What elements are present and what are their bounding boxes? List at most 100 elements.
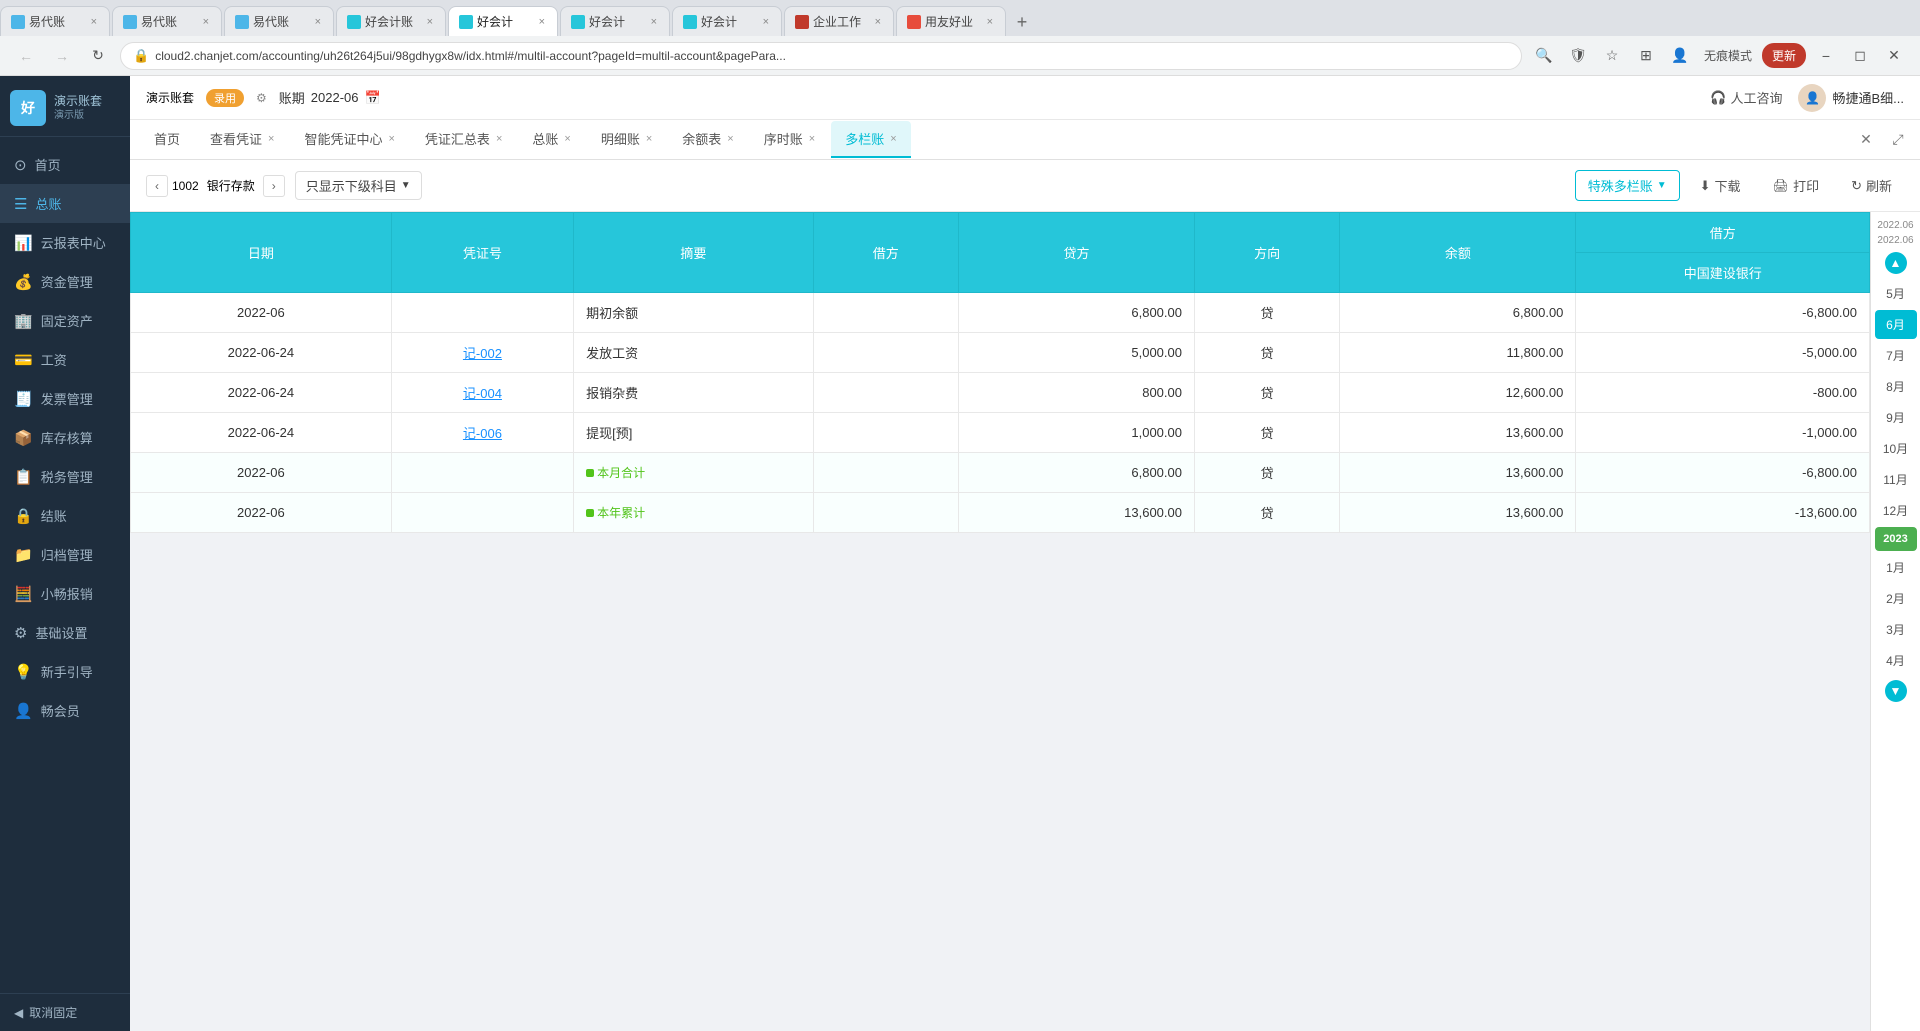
sidebar-item-guide[interactable]: 💡 新手引导 — [0, 652, 130, 691]
filter-dropdown[interactable]: 只显示下级科目 ▼ — [295, 171, 422, 200]
period-selector[interactable]: 账期 2022-06 📅 — [279, 88, 381, 107]
settings-gear-icon[interactable]: ⚙ — [256, 91, 267, 105]
month-4[interactable]: 4月 — [1875, 646, 1917, 675]
tab-sequence[interactable]: 序时账 × — [750, 121, 829, 158]
cell-voucher-1[interactable]: 记-002 — [391, 333, 573, 373]
month-2[interactable]: 2月 — [1875, 584, 1917, 613]
update-button[interactable]: 更新 — [1762, 43, 1806, 68]
tab-8[interactable]: 企业工作 × — [784, 6, 894, 36]
pin-toggle[interactable]: ◀ 取消固定 — [0, 993, 130, 1031]
reload-button[interactable]: ↻ — [84, 42, 112, 70]
tab-close-7[interactable]: × — [761, 16, 771, 28]
tab-smart[interactable]: 智能凭证中心 × — [290, 121, 408, 158]
scroll-up-button[interactable]: ▲ — [1885, 252, 1907, 274]
tab-detail[interactable]: 明细账 × — [587, 121, 666, 158]
month-10[interactable]: 10月 — [1875, 434, 1917, 463]
consultant-button[interactable]: 🎧 人工咨询 — [1710, 88, 1782, 107]
tab-balance-close[interactable]: × — [727, 133, 733, 145]
next-account-button[interactable]: › — [263, 175, 285, 197]
tab-balance[interactable]: 余额表 × — [668, 121, 747, 158]
tab-summary[interactable]: 凭证汇总表 × — [411, 121, 516, 158]
address-bar[interactable]: 🔒 cloud2.chanjet.com/accounting/uh26t264… — [120, 42, 1522, 70]
minimize-button[interactable]: − — [1812, 42, 1840, 70]
tab-smart-close[interactable]: × — [388, 133, 394, 145]
month-6[interactable]: 6月 — [1875, 310, 1917, 339]
cell-credit-2: 800.00 — [958, 373, 1194, 413]
tab-close-6[interactable]: × — [649, 16, 659, 28]
tab-2[interactable]: 易代账 × — [112, 6, 222, 36]
status-badge[interactable]: 录用 — [206, 89, 244, 107]
sidebar-item-fund[interactable]: 💰 资金管理 — [0, 262, 130, 301]
tab-ledger[interactable]: 总账 × — [518, 121, 584, 158]
tab-close-3[interactable]: × — [313, 16, 323, 28]
new-tab-button[interactable]: + — [1008, 8, 1036, 36]
sidebar-item-report[interactable]: 📊 云报表中心 — [0, 223, 130, 262]
tab-close-4[interactable]: × — [425, 16, 435, 28]
tab-9[interactable]: 用友好业 × — [896, 6, 1006, 36]
search-button[interactable]: 🔍 — [1530, 42, 1558, 70]
tab-5[interactable]: 好会计 × — [448, 6, 558, 36]
tab-ledger-close[interactable]: × — [564, 133, 570, 145]
sidebar-item-ledger[interactable]: ☰ 总账 — [0, 184, 130, 223]
split-screen-button[interactable]: ⊞ — [1632, 42, 1660, 70]
month-12[interactable]: 12月 — [1875, 496, 1917, 525]
restore-button[interactable]: ◻ — [1846, 42, 1874, 70]
tab-icon-4 — [347, 15, 361, 29]
expand-panel-button[interactable]: ⤢ — [1886, 128, 1910, 152]
tab-voucher[interactable]: 查看凭证 × — [196, 121, 288, 158]
tab-close-9[interactable]: × — [985, 16, 995, 28]
tab-6[interactable]: 好会计 × — [560, 6, 670, 36]
tab-close-8[interactable]: × — [873, 16, 883, 28]
tab-icon-7 — [683, 15, 697, 29]
sidebar-item-close[interactable]: 🔒 结账 — [0, 496, 130, 535]
month-3[interactable]: 3月 — [1875, 615, 1917, 644]
back-button[interactable]: ← — [12, 42, 40, 70]
user-info[interactable]: 👤 畅捷通B细... — [1798, 84, 1904, 112]
sidebar-item-archive[interactable]: 📁 归档管理 — [0, 535, 130, 574]
forward-button[interactable]: → — [48, 42, 76, 70]
sidebar-item-member[interactable]: 👤 畅会员 — [0, 691, 130, 730]
close-window-button[interactable]: ✕ — [1880, 42, 1908, 70]
tab-sequence-close[interactable]: × — [809, 133, 815, 145]
month-7[interactable]: 7月 — [1875, 341, 1917, 370]
month-5[interactable]: 5月 — [1875, 279, 1917, 308]
tab-7[interactable]: 好会计 × — [672, 6, 782, 36]
sidebar-item-invoice[interactable]: 🧾 发票管理 — [0, 379, 130, 418]
tab-detail-close[interactable]: × — [646, 133, 652, 145]
sidebar-item-inventory[interactable]: 📦 库存核算 — [0, 418, 130, 457]
cell-voucher-3[interactable]: 记-006 — [391, 413, 573, 453]
tab-home[interactable]: 首页 — [140, 121, 194, 158]
month-9[interactable]: 9月 — [1875, 403, 1917, 432]
tab-close-5[interactable]: × — [537, 16, 547, 28]
star-button[interactable]: ☆ — [1598, 42, 1626, 70]
month-8[interactable]: 8月 — [1875, 372, 1917, 401]
download-button[interactable]: ⬇ 下载 — [1688, 170, 1753, 201]
shield-button[interactable]: 🛡 — [1564, 42, 1592, 70]
special-ledger-button[interactable]: 特殊多栏账 ▼ — [1575, 170, 1680, 201]
tab-1[interactable]: 易代账 × — [0, 6, 110, 36]
month-1[interactable]: 1月 — [1875, 553, 1917, 582]
tab-close-2[interactable]: × — [201, 16, 211, 28]
tab-multi[interactable]: 多栏账 × — [831, 121, 910, 158]
tab-3[interactable]: 易代账 × — [224, 6, 334, 36]
month-11[interactable]: 11月 — [1875, 465, 1917, 494]
sidebar-item-tax[interactable]: 📋 税务管理 — [0, 457, 130, 496]
tab-multi-close[interactable]: × — [890, 133, 896, 145]
cell-voucher-2[interactable]: 记-004 — [391, 373, 573, 413]
profile-button[interactable]: 👤 — [1666, 42, 1694, 70]
refresh-button[interactable]: ↻ 刷新 — [1839, 170, 1904, 201]
close-panel-button[interactable]: ✕ — [1854, 128, 1878, 152]
sidebar-item-asset[interactable]: 🏢 固定资产 — [0, 301, 130, 340]
header-right: 🎧 人工咨询 👤 畅捷通B细... — [1710, 84, 1904, 112]
scroll-down-button[interactable]: ▼ — [1885, 680, 1907, 702]
tab-voucher-close[interactable]: × — [268, 133, 274, 145]
sidebar-item-salary[interactable]: 💳 工资 — [0, 340, 130, 379]
tab-close-1[interactable]: × — [89, 16, 99, 28]
sidebar-item-settings[interactable]: ⚙ 基础设置 — [0, 613, 130, 652]
print-button[interactable]: 🖨 打印 — [1761, 170, 1832, 201]
prev-account-button[interactable]: ‹ — [146, 175, 168, 197]
tab-summary-close[interactable]: × — [496, 133, 502, 145]
sidebar-item-expense[interactable]: 🧮 小畅报销 — [0, 574, 130, 613]
sidebar-item-home[interactable]: ⊙ 首页 — [0, 145, 130, 184]
tab-4[interactable]: 好会计账 × — [336, 6, 446, 36]
